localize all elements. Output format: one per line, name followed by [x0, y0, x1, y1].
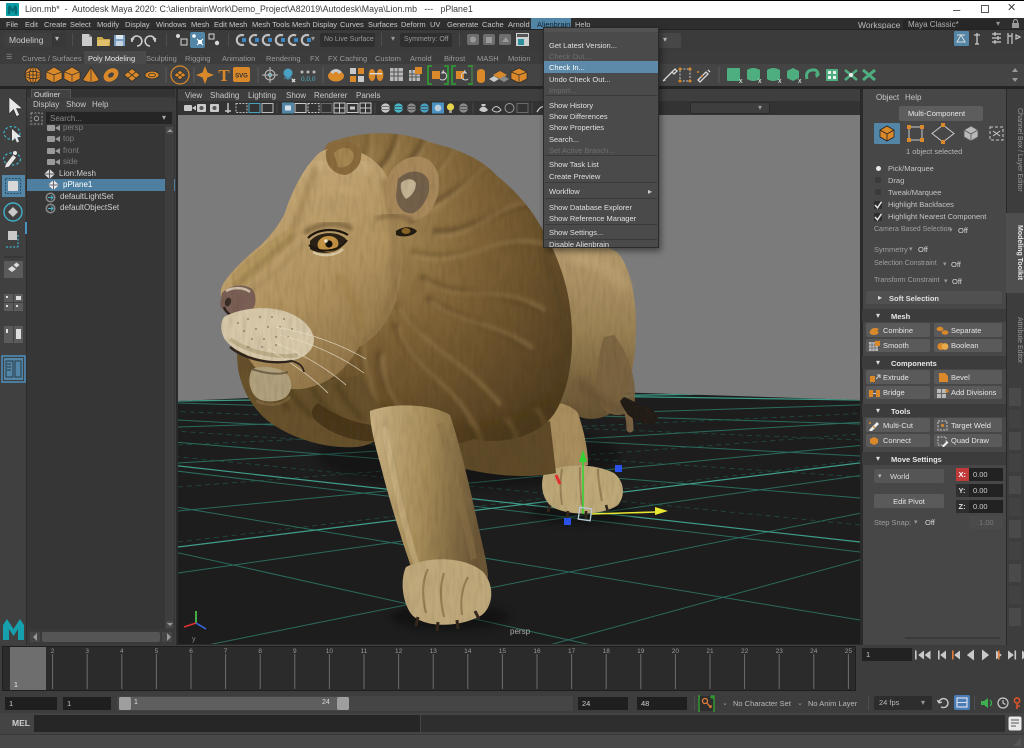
svg-text:6: 6 [189, 648, 193, 655]
svg-text:24: 24 [810, 648, 818, 655]
svg-text:10: 10 [326, 648, 334, 655]
svg-text:x: x [739, 78, 743, 85]
svg-text:4: 4 [120, 648, 124, 655]
svg-text:12: 12 [395, 648, 403, 655]
svg-text:16: 16 [533, 648, 541, 655]
svg-text:15: 15 [499, 648, 507, 655]
svg-text:25: 25 [845, 648, 853, 655]
svg-text:T: T [218, 66, 230, 85]
svg-text:22: 22 [741, 648, 749, 655]
svg-text:x: x [758, 78, 762, 85]
svg-text:3: 3 [85, 648, 89, 655]
svg-text:11: 11 [361, 648, 368, 655]
svg-text:5: 5 [155, 648, 159, 655]
svg-text:1: 1 [14, 682, 18, 689]
svg-text:9: 9 [293, 648, 297, 655]
svg-text:17: 17 [568, 648, 576, 655]
svg-text:SVG: SVG [235, 74, 248, 80]
svg-text:persp: persp [510, 627, 531, 636]
svg-text:8: 8 [258, 648, 262, 655]
svg-text:13: 13 [430, 648, 438, 655]
svg-text:21: 21 [706, 648, 714, 655]
svg-text:7: 7 [224, 648, 228, 655]
svg-text:14: 14 [464, 648, 472, 655]
svg-text:0,0,0: 0,0,0 [301, 76, 316, 83]
svg-text:20: 20 [672, 648, 680, 655]
svg-text:2: 2 [51, 648, 55, 655]
svg-text:x: x [798, 78, 802, 85]
svg-text:y: y [192, 636, 196, 643]
svg-text:23: 23 [776, 648, 784, 655]
svg-text:19: 19 [637, 648, 645, 655]
svg-text:18: 18 [603, 648, 611, 655]
svg-text:x: x [778, 78, 782, 85]
